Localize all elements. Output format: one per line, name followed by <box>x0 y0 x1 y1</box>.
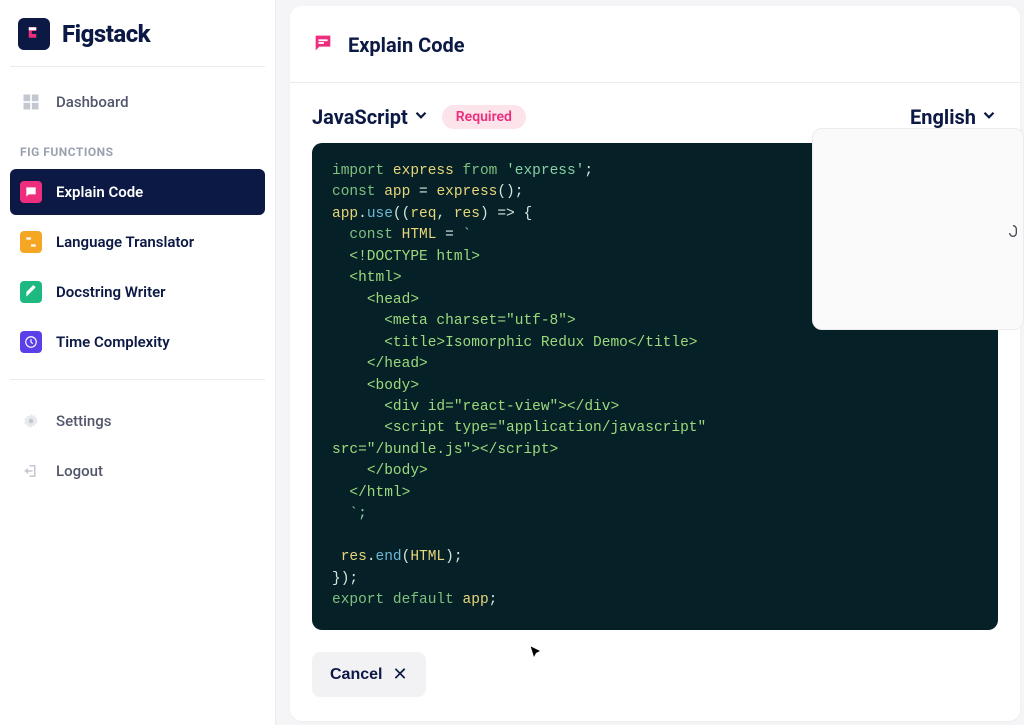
nav-time-label: Time Complexity <box>56 333 170 351</box>
nav-logout-label: Logout <box>56 462 103 480</box>
output-language-select[interactable]: English <box>910 105 998 129</box>
logo-text: Figstack <box>62 20 150 48</box>
nav-explain-code[interactable]: Explain Code <box>10 169 265 215</box>
nav-dashboard[interactable]: Dashboard <box>10 79 265 125</box>
logo-icon <box>18 18 50 50</box>
cancel-button[interactable]: Cancel ✕ <box>312 652 426 697</box>
explain-card: Explain Code JavaScript Required English… <box>290 6 1020 721</box>
close-icon: ✕ <box>392 664 407 685</box>
docstring-icon <box>20 281 42 303</box>
output-panel <box>812 128 1024 330</box>
actions-row: Cancel ✕ <box>290 630 1020 719</box>
nav-language-translator[interactable]: Language Translator <box>10 219 265 265</box>
brand[interactable]: Figstack <box>10 18 265 67</box>
gear-icon <box>20 410 42 432</box>
time-complexity-icon <box>20 331 42 353</box>
divider <box>10 379 265 380</box>
output-panel-handle <box>1007 201 1023 261</box>
input-language-select[interactable]: JavaScript <box>312 105 430 129</box>
nav-translate-label: Language Translator <box>56 233 194 251</box>
main: Explain Code JavaScript Required English… <box>276 0 1024 725</box>
card-header: Explain Code <box>290 6 1020 83</box>
card-title: Explain Code <box>348 33 465 57</box>
nav-docstring-writer[interactable]: Docstring Writer <box>10 269 265 315</box>
cancel-button-label: Cancel <box>330 666 382 684</box>
explain-code-icon <box>20 181 42 203</box>
nav-docstring-label: Docstring Writer <box>56 283 166 301</box>
chevron-down-icon <box>980 105 998 129</box>
output-language-label: English <box>910 105 976 129</box>
explain-header-icon <box>312 32 334 58</box>
nav-settings-label: Settings <box>56 412 112 430</box>
translator-icon <box>20 231 42 253</box>
input-language-label: JavaScript <box>312 105 408 129</box>
required-badge: Required <box>442 105 526 129</box>
chevron-down-icon <box>412 105 430 129</box>
sidebar: Figstack Dashboard FIG FUNCTIONS Explain… <box>0 0 276 725</box>
dashboard-icon <box>20 91 42 113</box>
nav-settings[interactable]: Settings <box>10 398 265 444</box>
nav-dashboard-label: Dashboard <box>56 93 129 111</box>
section-label-functions: FIG FUNCTIONS <box>10 125 265 165</box>
nav-logout[interactable]: Logout <box>10 448 265 494</box>
logout-icon <box>20 460 42 482</box>
nav-explain-label: Explain Code <box>56 183 143 201</box>
nav-time-complexity[interactable]: Time Complexity <box>10 319 265 365</box>
